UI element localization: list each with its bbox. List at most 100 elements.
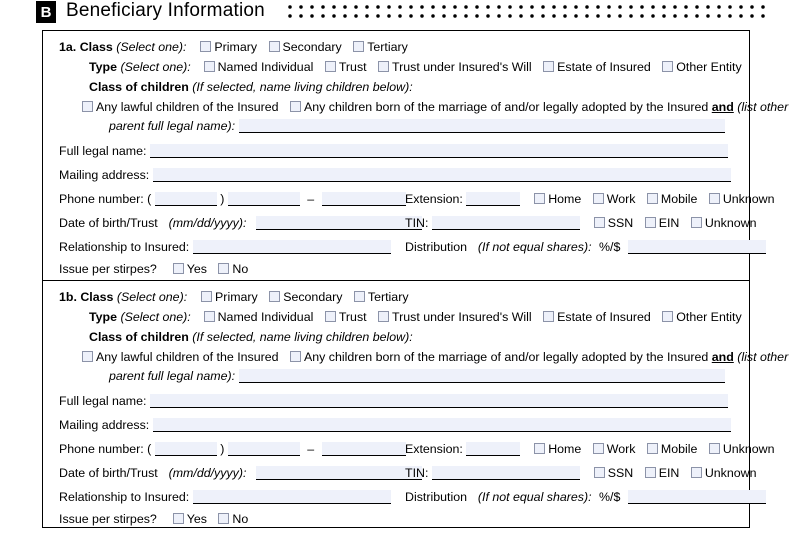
other-parent-name-input[interactable] — [238, 369, 725, 383]
checkbox-box-icon[interactable] — [534, 193, 546, 204]
checkbox-box-icon[interactable] — [289, 351, 301, 362]
distribution-input[interactable] — [627, 490, 766, 504]
checkbox-box-icon[interactable] — [268, 41, 280, 52]
phone-dash: – — [307, 192, 315, 206]
checkbox-phone-mobile[interactable]: Mobile — [646, 192, 697, 206]
relationship-input[interactable] — [192, 240, 391, 254]
checkbox-class-tertiary[interactable]: Tertiary — [353, 290, 409, 304]
checkbox-box-icon[interactable] — [203, 311, 215, 322]
checkbox-box-icon[interactable] — [324, 311, 336, 322]
mailing-address-input[interactable] — [152, 168, 731, 182]
extension-input[interactable] — [466, 192, 521, 206]
checkbox-any-lawful-children[interactable]: Any lawful children of the Insured — [81, 350, 279, 364]
checkbox-phone-home[interactable]: Home — [533, 192, 581, 206]
full-legal-name-input[interactable] — [149, 394, 728, 408]
checkbox-tin-ssn[interactable]: SSN — [593, 466, 633, 480]
phone-area-code-input[interactable] — [154, 192, 217, 206]
checkbox-class-tertiary[interactable]: Tertiary — [352, 40, 408, 54]
checkbox-type-trust[interactable]: Trust — [324, 60, 367, 74]
checkbox-tin-ein[interactable]: EIN — [644, 216, 679, 230]
checkbox-box-icon[interactable] — [218, 513, 230, 524]
checkbox-box-icon[interactable] — [172, 263, 184, 274]
checkbox-type-named-individual[interactable]: Named Individual — [203, 310, 313, 324]
phone-area-code-input[interactable] — [154, 442, 217, 456]
checkbox-box-icon[interactable] — [82, 351, 93, 362]
checkbox-box-icon[interactable] — [662, 61, 674, 72]
checkbox-box-icon[interactable] — [378, 311, 390, 322]
distribution-input[interactable] — [627, 240, 766, 254]
checkbox-box-icon[interactable] — [592, 443, 604, 454]
checkbox-any-lawful-children[interactable]: Any lawful children of the Insured — [81, 100, 279, 114]
checkbox-type-estate-of-insured[interactable]: Estate of Insured — [542, 310, 651, 324]
phone-prefix-input[interactable] — [227, 192, 300, 206]
tin-input[interactable] — [431, 216, 580, 230]
checkbox-type-other-entity[interactable]: Other Entity — [661, 310, 742, 324]
checkbox-type-named-individual[interactable]: Named Individual — [203, 60, 313, 74]
checkbox-class-secondary[interactable]: Secondary — [268, 40, 342, 54]
other-parent-name-input[interactable] — [238, 119, 725, 133]
checkbox-box-icon[interactable] — [269, 291, 281, 302]
checkbox-class-primary[interactable]: Primary — [200, 290, 258, 304]
checkbox-stirpes-no[interactable]: No — [217, 512, 248, 526]
checkbox-type-estate-of-insured[interactable]: Estate of Insured — [542, 60, 651, 74]
checkbox-any-children-born-adopted[interactable]: Any children born of the marriage of and… — [289, 100, 788, 114]
checkbox-box-icon[interactable] — [543, 311, 555, 322]
class-of-children-label: Class of children — [89, 330, 189, 344]
checkbox-type-other-entity[interactable]: Other Entity — [661, 60, 742, 74]
checkbox-box-icon[interactable] — [662, 311, 674, 322]
checkbox-phone-unknown[interactable]: Unknown — [708, 192, 775, 206]
checkbox-type-trust[interactable]: Trust — [324, 310, 367, 324]
checkbox-box-icon[interactable] — [534, 443, 546, 454]
checkbox-box-icon[interactable] — [644, 217, 656, 228]
checkbox-box-icon[interactable] — [690, 467, 702, 478]
date-of-birth-input[interactable] — [255, 216, 422, 230]
extension-input[interactable] — [466, 442, 521, 456]
checkbox-box-icon[interactable] — [289, 101, 301, 112]
checkbox-phone-home[interactable]: Home — [533, 442, 581, 456]
checkbox-phone-mobile[interactable]: Mobile — [646, 442, 697, 456]
checkbox-box-icon[interactable] — [592, 193, 604, 204]
checkbox-phone-unknown[interactable]: Unknown — [708, 442, 775, 456]
checkbox-type-trust-under-will[interactable]: Trust under Insured's Will — [377, 60, 532, 74]
tin-input[interactable] — [431, 466, 580, 480]
checkbox-box-icon[interactable] — [200, 41, 212, 52]
phone-line-input[interactable] — [321, 192, 406, 206]
checkbox-phone-work[interactable]: Work — [592, 442, 635, 456]
checkbox-box-icon[interactable] — [646, 193, 658, 204]
checkbox-box-icon[interactable] — [378, 61, 390, 72]
checkbox-class-primary[interactable]: Primary — [199, 40, 257, 54]
checkbox-box-icon[interactable] — [708, 193, 720, 204]
checkbox-tin-unknown[interactable]: Unknown — [690, 216, 756, 230]
date-of-birth-input[interactable] — [255, 466, 422, 480]
checkbox-stirpes-yes[interactable]: Yes — [172, 512, 207, 526]
mailing-address-input[interactable] — [152, 418, 731, 432]
phone-prefix-input[interactable] — [227, 442, 300, 456]
relationship-input[interactable] — [192, 490, 391, 504]
checkbox-box-icon[interactable] — [172, 513, 184, 524]
full-legal-name-input[interactable] — [149, 144, 728, 158]
checkbox-box-icon[interactable] — [353, 41, 365, 52]
checkbox-box-icon[interactable] — [708, 443, 720, 454]
checkbox-box-icon[interactable] — [201, 291, 213, 302]
checkbox-box-icon[interactable] — [203, 61, 215, 72]
checkbox-box-icon[interactable] — [82, 101, 93, 112]
checkbox-tin-ssn[interactable]: SSN — [593, 216, 633, 230]
checkbox-box-icon[interactable] — [353, 291, 365, 302]
checkbox-box-icon[interactable] — [218, 263, 230, 274]
checkbox-tin-ein[interactable]: EIN — [644, 466, 679, 480]
checkbox-box-icon[interactable] — [646, 443, 658, 454]
checkbox-type-trust-under-will[interactable]: Trust under Insured's Will — [377, 310, 532, 324]
checkbox-stirpes-yes[interactable]: Yes — [172, 262, 207, 276]
phone-line-input[interactable] — [321, 442, 406, 456]
checkbox-tin-unknown[interactable]: Unknown — [690, 466, 756, 480]
checkbox-any-children-born-adopted[interactable]: Any children born of the marriage of and… — [289, 350, 788, 364]
checkbox-class-secondary[interactable]: Secondary — [268, 290, 342, 304]
checkbox-box-icon[interactable] — [324, 61, 336, 72]
checkbox-box-icon[interactable] — [543, 61, 555, 72]
checkbox-box-icon[interactable] — [593, 217, 605, 228]
checkbox-stirpes-no[interactable]: No — [217, 262, 248, 276]
checkbox-box-icon[interactable] — [644, 467, 656, 478]
checkbox-box-icon[interactable] — [593, 467, 605, 478]
checkbox-box-icon[interactable] — [690, 217, 702, 228]
checkbox-phone-work[interactable]: Work — [592, 192, 635, 206]
